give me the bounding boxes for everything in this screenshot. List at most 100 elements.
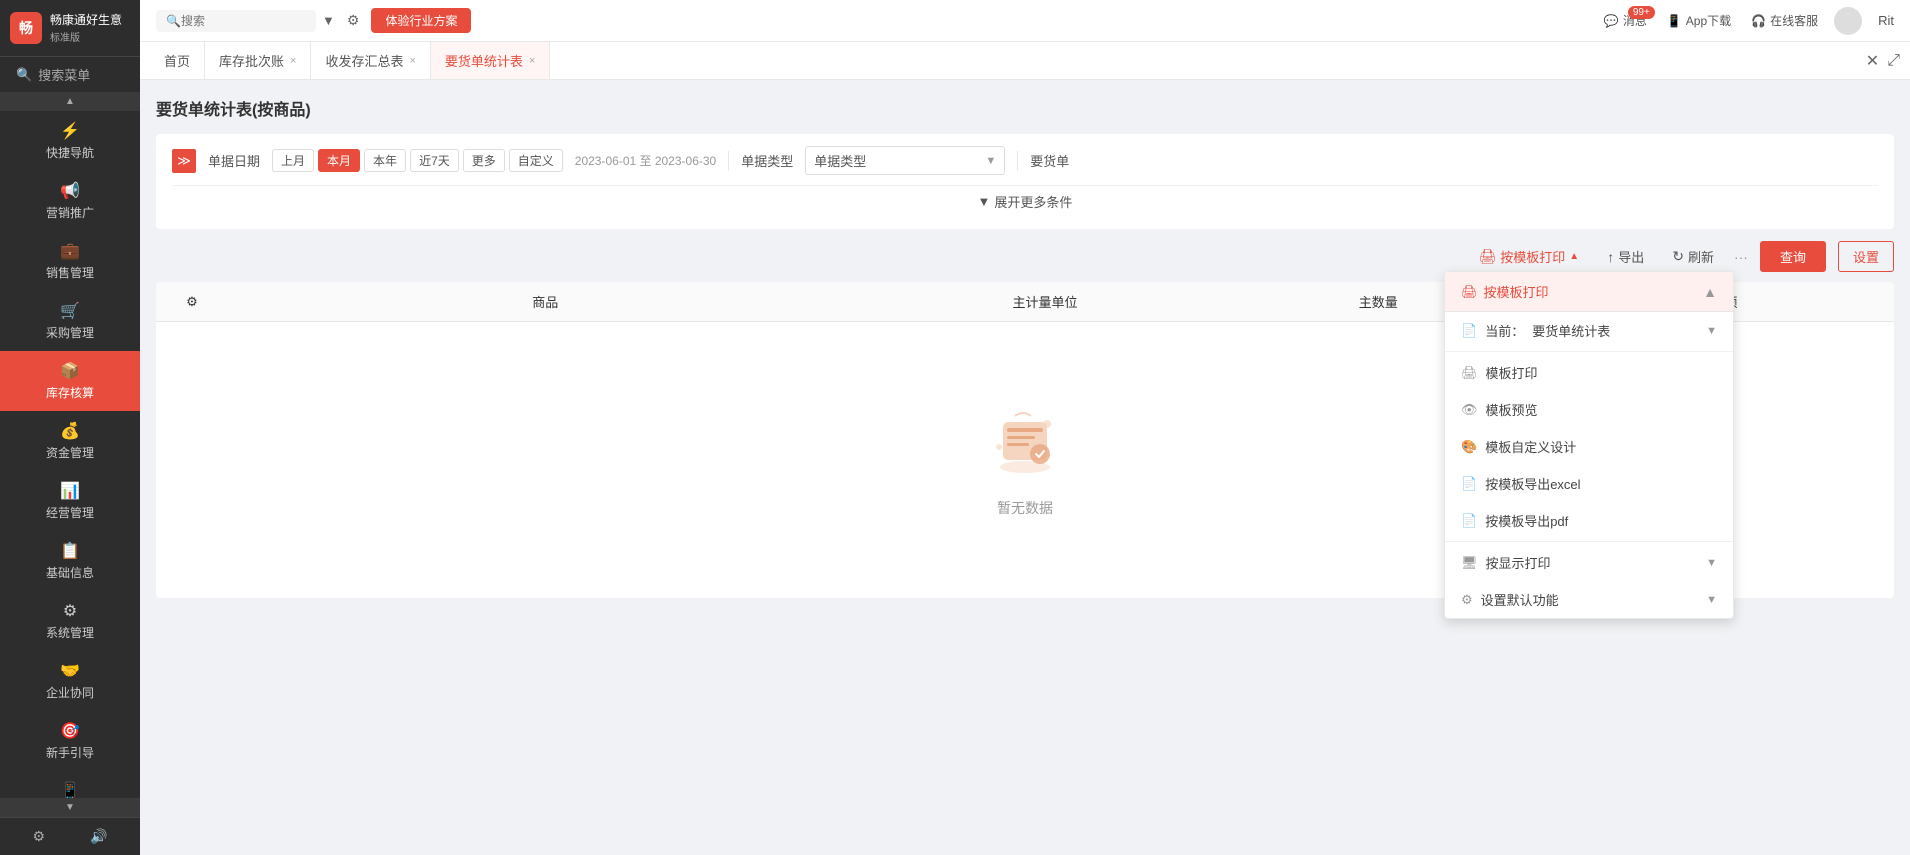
settings-btn[interactable]: 设置 <box>1838 241 1894 272</box>
sidebar-scroll-up[interactable]: ▲ <box>0 92 140 111</box>
sidebar-item-cooperation[interactable]: 🤝企业协同 <box>0 651 140 711</box>
trial-button[interactable]: 体验行业方案 <box>371 8 471 33</box>
sidebar-icon-appstore: 📱 <box>60 781 80 798</box>
current-template-item[interactable]: 📄 当前： 要货单统计表 ▼ <box>1445 312 1733 349</box>
page-title: 要货单统计表(按商品) <box>156 96 1894 120</box>
tab-home[interactable]: 首页 <box>150 42 205 79</box>
expand-more-btn[interactable]: ▼ 展开更多条件 <box>172 185 1878 217</box>
service-icon: 🎧 <box>1751 14 1766 28</box>
sidebar-item-marketing[interactable]: 📢营销推广 <box>0 171 140 231</box>
sidebar-label-finance: 资金管理 <box>46 444 94 461</box>
sidebar-item-operations[interactable]: 📊经营管理 <box>0 471 140 531</box>
sidebar-item-sales[interactable]: 💼销售管理 <box>0 231 140 291</box>
tab-receipt-summary[interactable]: 收发存汇总表 × <box>311 42 430 79</box>
messages-btn[interactable]: 💬 消息 99+ <box>1600 12 1647 29</box>
topbar-right: 💬 消息 99+ 📱 App下载 🎧 在线客服 Rit <box>1600 7 1894 35</box>
query-btn[interactable]: 查询 <box>1760 241 1826 272</box>
settings-bottom-icon[interactable]: ⚙ <box>33 828 46 845</box>
tabs-expand-icon[interactable]: ⤢ <box>1887 52 1900 70</box>
filter-expand-btn[interactable]: ≫ <box>172 149 196 173</box>
print-arrow-up-icon: ▲ <box>1569 251 1579 262</box>
toolbar: 🖨 按模板打印 ▲ ↑ 导出 ↻ 刷新 ··· 查询 设置 🖨 按模板打印 <box>156 241 1894 272</box>
tab-close-inventory-batch[interactable]: × <box>290 55 296 67</box>
date-filter-label: 单据日期 <box>208 151 260 170</box>
topbar-search[interactable]: 🔍 <box>156 10 316 32</box>
tabs-close-all-icon[interactable]: ✕ <box>1866 51 1879 71</box>
sidebar-item-inventory[interactable]: 📦库存核算 <box>0 351 140 411</box>
user-name: Rit <box>1878 13 1894 28</box>
print-dropdown-close-btn[interactable]: ▲ <box>1703 284 1717 300</box>
export-excel-item[interactable]: 📄 按模板导出excel <box>1445 465 1733 502</box>
content-area: 要货单统计表(按商品) ≫ 单据日期 上月 本月 本年 近7天 更多 自定义 2… <box>140 80 1910 855</box>
set-default-item[interactable]: ⚙ 设置默认功能 ▼ <box>1445 581 1733 618</box>
set-default-icon: ⚙ <box>1461 592 1473 608</box>
filter-row: ≫ 单据日期 上月 本月 本年 近7天 更多 自定义 2023-06-01 至 … <box>172 146 1878 175</box>
sidebar-label-marketing: 营销推广 <box>46 204 94 221</box>
main-area: 🔍 ▼ ⚙ 体验行业方案 💬 消息 99+ 📱 App下载 🎧 在线客服 Rit <box>140 0 1910 855</box>
date-prev-month[interactable]: 上月 <box>272 149 314 172</box>
display-print-icon: 🖥 <box>1461 555 1478 571</box>
sidebar-item-purchase[interactable]: 🛒采购管理 <box>0 291 140 351</box>
template-print-item[interactable]: 🖨 模板打印 <box>1445 354 1733 391</box>
template-preview-icon: 👁 <box>1461 402 1478 418</box>
dropdown-divider-2 <box>1445 541 1733 542</box>
tab-inventory-batch[interactable]: 库存批次账 × <box>205 42 311 79</box>
sidebar-item-basic[interactable]: 📋基础信息 <box>0 531 140 591</box>
sidebar-icon-system: ⚙ <box>63 601 77 621</box>
display-print-item[interactable]: 🖥 按显示打印 ▼ <box>1445 544 1733 581</box>
dropdown-divider-1 <box>1445 351 1733 352</box>
topbar-search-icon: 🔍 <box>166 14 181 28</box>
export-btn[interactable]: ↑ 导出 <box>1599 243 1652 270</box>
export-pdf-icon: 📄 <box>1461 513 1477 529</box>
sidebar-nav: ⚡ 快捷导航 📢营销推广💼销售管理🛒采购管理📦库存核算💰资金管理📊经营管理📋基础信息… <box>0 111 140 798</box>
sidebar-scroll-down[interactable]: ▼ <box>0 798 140 817</box>
date-more[interactable]: 更多 <box>463 149 505 172</box>
col-settings[interactable]: ⚙ <box>172 294 212 310</box>
sidebar-item-system[interactable]: ⚙ 系统管理 <box>0 591 140 651</box>
date-curr-month[interactable]: 本月 <box>318 149 360 172</box>
sidebar-item-quick-nav[interactable]: ⚡ 快捷导航 <box>0 111 140 171</box>
audio-bottom-icon[interactable]: 🔊 <box>90 828 107 845</box>
app-icon: 📱 <box>1667 14 1682 28</box>
sidebar-label-system: 系统管理 <box>46 624 94 641</box>
refresh-btn[interactable]: ↻ 刷新 <box>1664 243 1722 270</box>
message-icon: 💬 <box>1604 14 1619 28</box>
logo-text: 畅康通好生意 标准版 <box>50 12 122 44</box>
template-preview-item[interactable]: 👁 模板预览 <box>1445 391 1733 428</box>
sidebar-item-guide[interactable]: 🎯新手引导 <box>0 711 140 771</box>
type-select[interactable]: 单据类型 ▼ <box>805 146 1005 175</box>
tab-close-order-stats[interactable]: × <box>529 55 535 67</box>
sidebar-icon-quick-nav: ⚡ <box>60 121 80 141</box>
toolbar-more-btn[interactable]: ··· <box>1734 249 1748 265</box>
template-print-icon: 🖨 <box>1461 365 1478 381</box>
date-7days[interactable]: 近7天 <box>410 149 459 172</box>
topbar-gear-icon[interactable]: ⚙ <box>347 12 360 29</box>
col-unit: 主计量单位 <box>878 292 1211 311</box>
template-design-item[interactable]: 🎨 模板自定义设计 <box>1445 428 1733 465</box>
sidebar-item-finance[interactable]: 💰资金管理 <box>0 411 140 471</box>
date-curr-year[interactable]: 本年 <box>364 149 406 172</box>
sidebar-label-quick-nav: 快捷导航 <box>46 144 94 161</box>
app-download-btn[interactable]: 📱 App下载 <box>1663 12 1731 29</box>
print-dropdown: 🖨 按模板打印 ▲ 📄 当前： 要货单统计表 ▼ 🖨 <box>1444 271 1734 619</box>
customer-service-btn[interactable]: 🎧 在线客服 <box>1747 12 1818 29</box>
tab-close-receipt-summary[interactable]: × <box>409 55 415 67</box>
export-icon: ↑ <box>1607 249 1614 265</box>
print-template-btn[interactable]: 🖨 按模板打印 ▲ <box>1471 243 1588 270</box>
search-input[interactable] <box>181 14 281 28</box>
topbar-dropdown-icon[interactable]: ▼ <box>322 13 335 28</box>
logo-icon: 畅 <box>10 12 42 44</box>
sidebar-item-appstore[interactable]: 📱应用中心 <box>0 771 140 798</box>
filter-divider-1 <box>728 151 729 171</box>
date-custom[interactable]: 自定义 <box>509 149 563 172</box>
empty-text: 暂无数据 <box>997 498 1053 518</box>
expand-icon: ▼ <box>978 194 991 209</box>
search-menu[interactable]: 🔍 搜索菜单 <box>0 57 140 92</box>
user-avatar[interactable] <box>1834 7 1862 35</box>
export-pdf-item[interactable]: 📄 按模板导出pdf <box>1445 502 1733 539</box>
tab-order-stats[interactable]: 要货单统计表 × <box>431 42 550 79</box>
sidebar-icon-sales: 💼 <box>60 241 80 261</box>
print-dropdown-icon: 🖨 <box>1461 284 1478 300</box>
sidebar-icon-operations: 📊 <box>60 481 80 501</box>
sidebar-icon-cooperation: 🤝 <box>60 661 80 681</box>
